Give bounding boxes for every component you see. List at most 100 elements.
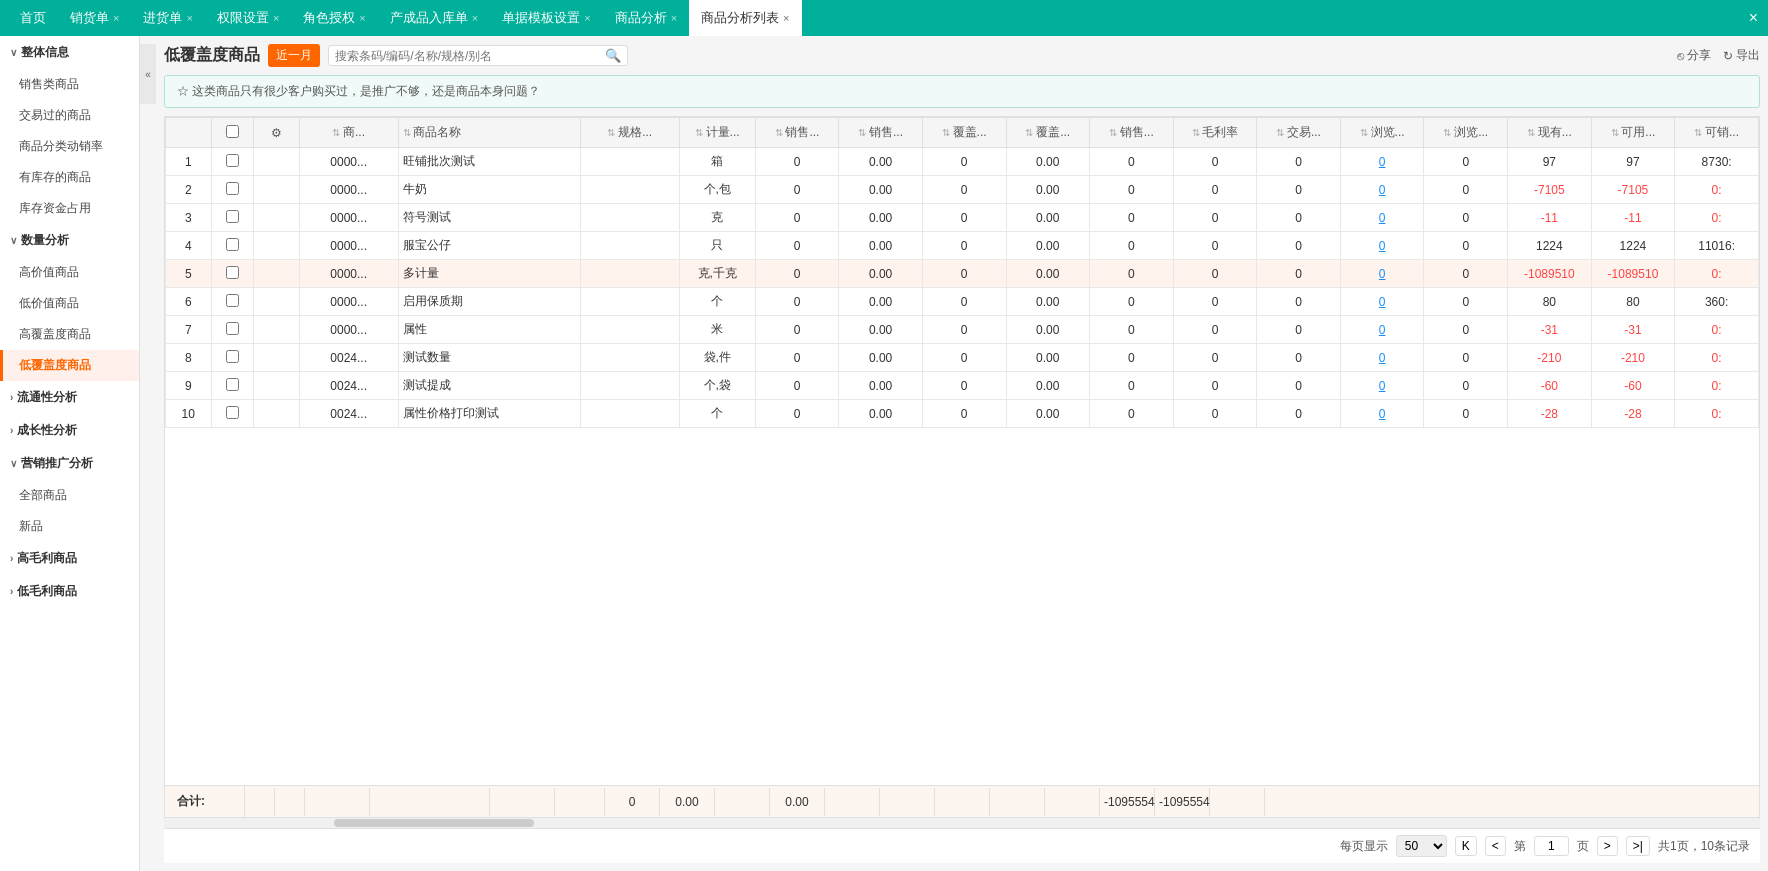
sidebar: ∨ 整体信息 销售类商品 交易过的商品 商品分类动销率 有库存的商品 库存资金占… bbox=[0, 36, 140, 871]
row-checkbox[interactable] bbox=[226, 182, 239, 195]
col-header-available[interactable]: 可用... bbox=[1591, 118, 1675, 148]
col-header-current[interactable]: 现有... bbox=[1508, 118, 1592, 148]
first-page-button[interactable]: K bbox=[1455, 836, 1477, 856]
chevron-right-icon: › bbox=[10, 586, 13, 597]
row-checkbox[interactable] bbox=[226, 210, 239, 223]
row-checkbox[interactable] bbox=[226, 378, 239, 391]
col-header-spec[interactable]: 规格... bbox=[580, 118, 679, 148]
footer-empty6 bbox=[555, 788, 605, 816]
sidebar-item-traded-goods[interactable]: 交易过的商品 bbox=[0, 100, 139, 131]
sidebar-item-turnover-rate[interactable]: 商品分类动销率 bbox=[0, 131, 139, 162]
table-header-row: ⚙ 商... 商品名称 规格... 计量... 销售... 销售... 覆盖..… bbox=[166, 118, 1759, 148]
tab-purchase[interactable]: 进货单 × bbox=[131, 0, 204, 36]
sidebar-item-new-goods[interactable]: 新品 bbox=[0, 511, 139, 542]
sidebar-section-marketing[interactable]: ∨ 营销推广分析 bbox=[0, 447, 139, 480]
per-page-select[interactable]: 50 20 100 bbox=[1396, 835, 1447, 857]
close-icon[interactable]: × bbox=[671, 12, 677, 24]
footer-empty1 bbox=[245, 788, 275, 816]
sidebar-item-capital-occupy[interactable]: 库存资金占用 bbox=[0, 193, 139, 224]
close-icon[interactable]: × bbox=[783, 12, 789, 24]
tab-sales[interactable]: 销货单 × bbox=[58, 0, 131, 36]
sidebar-section-high-margin[interactable]: › 高毛利商品 bbox=[0, 542, 139, 575]
col-header-sales3[interactable]: 销售... bbox=[1090, 118, 1174, 148]
main-area: ∨ 整体信息 销售类商品 交易过的商品 商品分类动销率 有库存的商品 库存资金占… bbox=[0, 36, 1768, 871]
col-header-coverage2[interactable]: 覆盖... bbox=[1006, 118, 1090, 148]
col-header-sales2[interactable]: 销售... bbox=[839, 118, 923, 148]
page-number-input[interactable] bbox=[1534, 836, 1569, 856]
sidebar-item-with-stock[interactable]: 有库存的商品 bbox=[0, 162, 139, 193]
tab-permission[interactable]: 权限设置 × bbox=[205, 0, 291, 36]
sidebar-item-all-goods[interactable]: 全部商品 bbox=[0, 480, 139, 511]
prev-page-button[interactable]: < bbox=[1485, 836, 1506, 856]
tab-home[interactable]: 首页 bbox=[8, 0, 58, 36]
sidebar-section-quantity[interactable]: ∨ 数量分析 bbox=[0, 224, 139, 257]
row-checkbox[interactable] bbox=[226, 266, 239, 279]
scrollbar-thumb[interactable] bbox=[334, 819, 534, 827]
tab-goods-analysis[interactable]: 商品分析 × bbox=[603, 0, 689, 36]
sidebar-item-high-coverage[interactable]: 高覆盖度商品 bbox=[0, 319, 139, 350]
col-header-check bbox=[211, 118, 254, 148]
sidebar-item-high-value[interactable]: 高价值商品 bbox=[0, 257, 139, 288]
horizontal-scrollbar[interactable] bbox=[164, 818, 1760, 828]
close-all-button[interactable]: × bbox=[1749, 9, 1758, 27]
search-box: 🔍 bbox=[328, 45, 628, 66]
row-checkbox[interactable] bbox=[226, 154, 239, 167]
close-icon[interactable]: × bbox=[273, 12, 279, 24]
col-header-sellable[interactable]: 可销... bbox=[1675, 118, 1759, 148]
row-checkbox[interactable] bbox=[226, 294, 239, 307]
data-table: ⚙ 商... 商品名称 规格... 计量... 销售... 销售... 覆盖..… bbox=[165, 117, 1759, 428]
tab-role[interactable]: 角色授权 × bbox=[291, 0, 377, 36]
table-row: 100024...属性价格打印测试个00.0000.0000000-28-280… bbox=[166, 400, 1759, 428]
close-icon[interactable]: × bbox=[113, 12, 119, 24]
chevron-right-icon: › bbox=[10, 392, 13, 403]
col-header-name[interactable]: 商品名称 bbox=[398, 118, 580, 148]
search-input[interactable] bbox=[335, 49, 605, 63]
close-icon[interactable]: × bbox=[584, 12, 590, 24]
per-page-label: 每页显示 bbox=[1340, 838, 1388, 855]
col-header-browse1[interactable]: 浏览... bbox=[1340, 118, 1424, 148]
sidebar-item-low-value[interactable]: 低价值商品 bbox=[0, 288, 139, 319]
footer-label: 合计: bbox=[165, 786, 245, 817]
table-body: 10000...旺铺批次测试箱00.0000.000000097978730:2… bbox=[166, 148, 1759, 428]
close-icon[interactable]: × bbox=[186, 12, 192, 24]
footer-empty10 bbox=[935, 788, 990, 816]
info-banner: ☆ 这类商品只有很少客户购买过，是推广不够，还是商品本身问题？ bbox=[164, 75, 1760, 108]
tab-goods-analysis-list[interactable]: 商品分析列表 × bbox=[689, 0, 801, 36]
col-header-gross-margin[interactable]: 毛利率 bbox=[1173, 118, 1257, 148]
select-all-checkbox[interactable] bbox=[226, 125, 239, 138]
tab-template[interactable]: 单据模板设置 × bbox=[490, 0, 602, 36]
last-page-button[interactable]: >| bbox=[1626, 836, 1650, 856]
sidebar-section-overview[interactable]: ∨ 整体信息 bbox=[0, 36, 139, 69]
sidebar-section-low-margin[interactable]: › 低毛利商品 bbox=[0, 575, 139, 608]
next-page-button[interactable]: > bbox=[1597, 836, 1618, 856]
close-icon[interactable]: × bbox=[359, 12, 365, 24]
chevron-down-icon: ∨ bbox=[10, 47, 17, 58]
sidebar-collapse-button[interactable]: « bbox=[140, 44, 156, 104]
col-header-unit[interactable]: 计量... bbox=[679, 118, 755, 148]
chevron-right-icon: › bbox=[10, 425, 13, 436]
sidebar-section-circulation[interactable]: › 流通性分析 bbox=[0, 381, 139, 414]
col-header-sales1[interactable]: 销售... bbox=[755, 118, 839, 148]
col-header-code[interactable]: 商... bbox=[299, 118, 398, 148]
row-checkbox[interactable] bbox=[226, 238, 239, 251]
close-icon[interactable]: × bbox=[472, 12, 478, 24]
table-row: 20000...牛奶个,包00.0000.0000000-7105-71050: bbox=[166, 176, 1759, 204]
sidebar-item-sales-goods[interactable]: 销售类商品 bbox=[0, 69, 139, 100]
footer-cells: 0 0.00 0.00 -1095554 -1095554 bbox=[245, 788, 1759, 816]
col-header-browse2[interactable]: 浏览... bbox=[1424, 118, 1508, 148]
col-header-coverage1[interactable]: 覆盖... bbox=[922, 118, 1006, 148]
col-header-trade[interactable]: 交易... bbox=[1257, 118, 1341, 148]
tab-product-in[interactable]: 产成品入库单 × bbox=[378, 0, 490, 36]
row-checkbox[interactable] bbox=[226, 322, 239, 335]
content-area: 低覆盖度商品 近一月 🔍 ⎋ 分享 ↻ 导出 ☆ 这类商品只有很少客户购买过，是… bbox=[156, 36, 1768, 871]
col-header-settings[interactable]: ⚙ bbox=[254, 118, 300, 148]
table-row: 50000...多计量克,千克00.0000.0000000-1089510-1… bbox=[166, 260, 1759, 288]
sidebar-section-growth[interactable]: › 成长性分析 bbox=[0, 414, 139, 447]
row-checkbox[interactable] bbox=[226, 406, 239, 419]
sidebar-item-low-coverage[interactable]: 低覆盖度商品 bbox=[0, 350, 139, 381]
period-button[interactable]: 近一月 bbox=[268, 44, 320, 67]
table-row: 60000...启用保质期个00.0000.00000008080360: bbox=[166, 288, 1759, 316]
export-button[interactable]: ↻ 导出 bbox=[1723, 47, 1760, 64]
share-button[interactable]: ⎋ 分享 bbox=[1677, 47, 1711, 64]
row-checkbox[interactable] bbox=[226, 350, 239, 363]
